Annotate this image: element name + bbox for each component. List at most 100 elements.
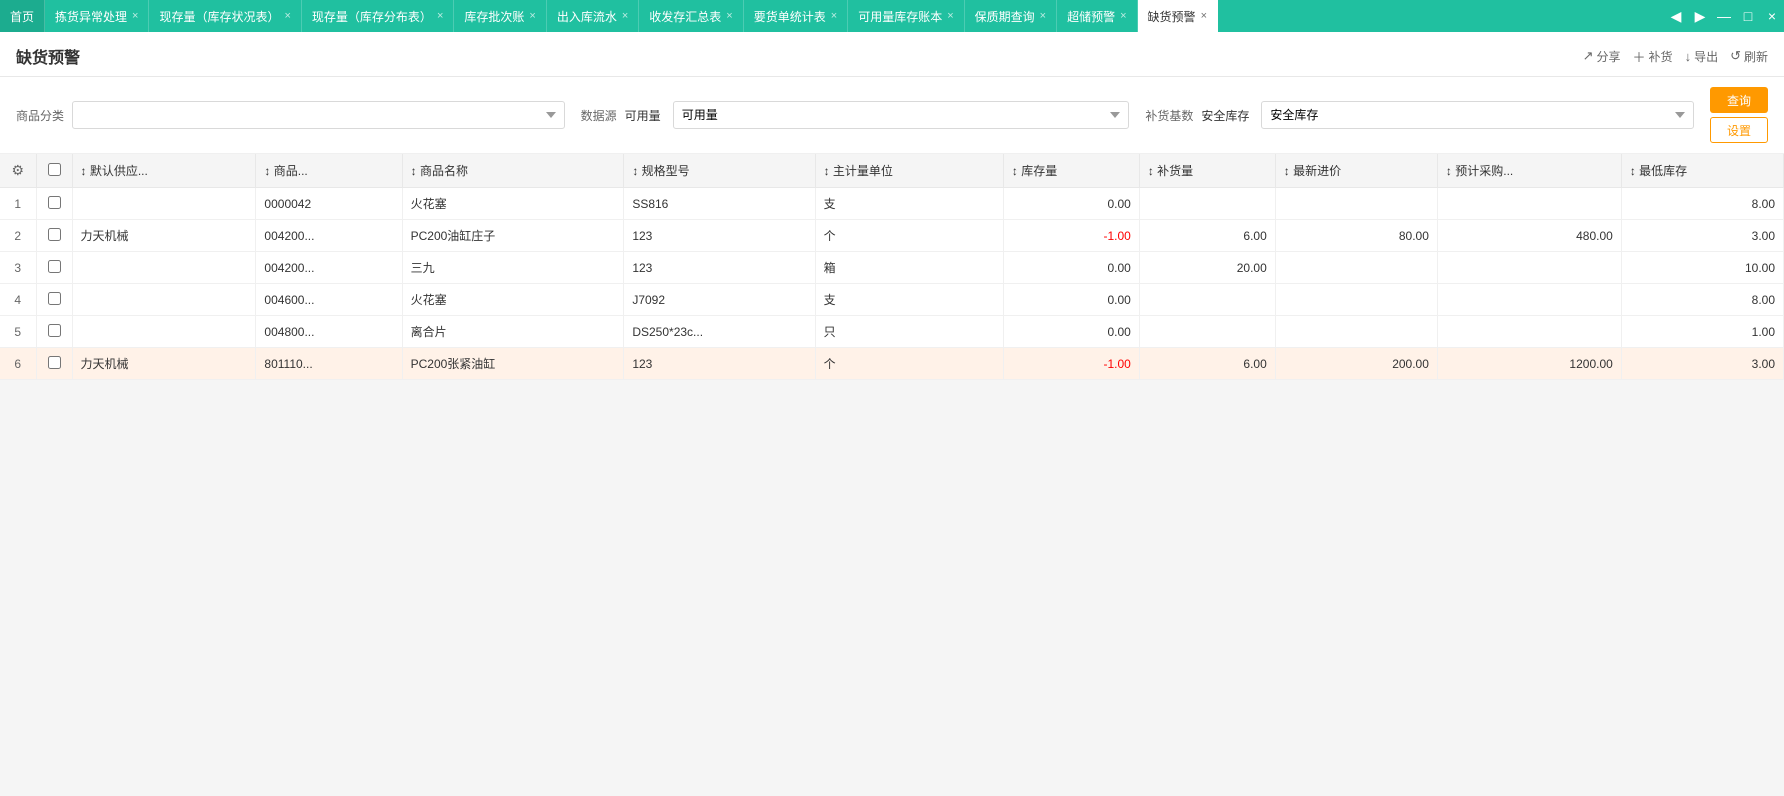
tab-item-10[interactable]: 超储预警× — [1057, 0, 1137, 32]
tab-scroll-prev[interactable]: ◀ — [1664, 0, 1688, 32]
tab-item-11[interactable]: 缺货预警× — [1138, 0, 1218, 32]
cell-restock-qty: 20.00 — [1139, 252, 1275, 284]
top-nav-bar: 首页拣货异常处理×现存量（库存状况表）×现存量（库存分布表）×库存批次账×出入库… — [0, 0, 1784, 32]
th-settings: ⚙ — [0, 154, 36, 188]
refresh-button[interactable]: ↺ 刷新 — [1730, 48, 1768, 65]
tab-close-1[interactable]: × — [132, 10, 138, 22]
tab-item-7[interactable]: 要货单统计表× — [744, 0, 848, 32]
tab-item-3[interactable]: 现存量（库存分布表）× — [302, 0, 454, 32]
cell-min-stock: 10.00 — [1621, 252, 1783, 284]
tab-close-3[interactable]: × — [437, 10, 443, 22]
table-row: 1 0000042 火花塞 SS816 支 0.00 8.00 — [0, 188, 1784, 220]
tab-item-8[interactable]: 可用量库存账本× — [848, 0, 964, 32]
th-unit-label: 主计量单位 — [833, 164, 893, 178]
tab-item-6[interactable]: 收发存汇总表× — [639, 0, 743, 32]
cell-estimated-purchase — [1437, 284, 1621, 316]
data-source-label: 数据源 — [581, 107, 617, 124]
cell-row-num: 3 — [0, 252, 36, 284]
filter-actions: 查询 设置 — [1710, 87, 1768, 143]
row-checkbox-0[interactable] — [48, 196, 61, 209]
cell-min-stock: 1.00 — [1621, 316, 1783, 348]
restock-button[interactable]: ＋ 补货 — [1633, 47, 1673, 66]
tab-close-2[interactable]: × — [284, 10, 290, 22]
cell-default-supplier — [72, 188, 256, 220]
cell-default-supplier: 力天机械 — [72, 220, 256, 252]
cell-estimated-purchase: 480.00 — [1437, 220, 1621, 252]
cell-restock-qty: 6.00 — [1139, 220, 1275, 252]
th-product-name[interactable]: ↕ 商品名称 — [402, 154, 624, 188]
main-content: 缺货预警 ↗ 分享 ＋ 补货 ↓ 导出 ↺ 刷新 商品分类 — [0, 32, 1784, 380]
query-button[interactable]: 查询 — [1710, 87, 1768, 113]
th-spec[interactable]: ↕ 规格型号 — [624, 154, 815, 188]
restock-base-filter: 补货基数 安全库存 安全库存 — [1145, 101, 1694, 129]
cell-default-supplier: 力天机械 — [72, 348, 256, 380]
tab-scroll-next[interactable]: ▶ — [1688, 0, 1712, 32]
tab-close-4[interactable]: × — [529, 10, 535, 22]
th-restock-qty[interactable]: ↕ 补货量 — [1139, 154, 1275, 188]
table-row: 4 004600... 火花塞 J7092 支 0.00 8.00 — [0, 284, 1784, 316]
th-product-code-label: 商品... — [274, 164, 308, 178]
row-checkbox-2[interactable] — [48, 260, 61, 273]
cell-product-code: 004200... — [256, 252, 402, 284]
cell-spec: 123 — [624, 220, 815, 252]
row-checkbox-1[interactable] — [48, 228, 61, 241]
th-stock[interactable]: ↕ 库存量 — [1003, 154, 1139, 188]
cell-latest-price — [1275, 284, 1437, 316]
cell-estimated-purchase — [1437, 252, 1621, 284]
tab-item-2[interactable]: 现存量（库存状况表）× — [149, 0, 301, 32]
cell-spec: DS250*23c... — [624, 316, 815, 348]
row-checkbox-4[interactable] — [48, 324, 61, 337]
cell-min-stock: 3.00 — [1621, 348, 1783, 380]
cell-stock: 0.00 — [1003, 284, 1139, 316]
row-checkbox-5[interactable] — [48, 356, 61, 369]
cell-checkbox — [36, 316, 72, 348]
cell-row-num: 6 — [0, 348, 36, 380]
th-product-code[interactable]: ↕ 商品... — [256, 154, 402, 188]
commodity-class-filter: 商品分类 — [16, 101, 565, 129]
settings-button[interactable]: 设置 — [1710, 117, 1768, 143]
filter-row: 商品分类 数据源 可用量 可用量 补货基数 安全库存 安全库存 查询 设置 — [0, 77, 1784, 154]
cell-spec: 123 — [624, 252, 815, 284]
cell-row-num: 2 — [0, 220, 36, 252]
tab-close-7[interactable]: × — [831, 10, 837, 22]
tab-item-4[interactable]: 库存批次账× — [454, 0, 546, 32]
cell-estimated-purchase — [1437, 188, 1621, 220]
share-button[interactable]: ↗ 分享 — [1583, 48, 1621, 65]
tab-item-1[interactable]: 拣货异常处理× — [45, 0, 149, 32]
window-maximize[interactable]: □ — [1736, 0, 1760, 32]
th-spec-label: 规格型号 — [642, 164, 690, 178]
window-minimize[interactable]: — — [1712, 0, 1736, 32]
th-unit[interactable]: ↕ 主计量单位 — [815, 154, 1003, 188]
cell-checkbox — [36, 252, 72, 284]
restock-base-select[interactable]: 安全库存 — [1261, 101, 1694, 129]
cell-stock: 0.00 — [1003, 188, 1139, 220]
tab-close-6[interactable]: × — [726, 10, 732, 22]
tab-close-10[interactable]: × — [1120, 10, 1126, 22]
tab-item-0[interactable]: 首页 — [0, 0, 45, 32]
data-source-select[interactable]: 可用量 — [673, 101, 1130, 129]
th-estimated-purchase[interactable]: ↕ 预计采购... — [1437, 154, 1621, 188]
share-icon: ↗ — [1583, 48, 1594, 64]
th-default-supplier[interactable]: ↕ 默认供应... — [72, 154, 256, 188]
th-latest-price[interactable]: ↕ 最新进价 — [1275, 154, 1437, 188]
tab-close-11[interactable]: × — [1201, 10, 1207, 22]
row-checkbox-3[interactable] — [48, 292, 61, 305]
tab-close-5[interactable]: × — [622, 10, 628, 22]
column-settings-icon[interactable]: ⚙ — [11, 162, 24, 178]
table-header-row: ⚙ ↕ 默认供应... ↕ 商品... ↕ 商品名称 ↕ 规格型号 ↕ 主计量单… — [0, 154, 1784, 188]
th-min-stock-label: 最低库存 — [1639, 164, 1687, 178]
th-min-stock[interactable]: ↕ 最低库存 — [1621, 154, 1783, 188]
tab-close-9[interactable]: × — [1040, 10, 1046, 22]
refresh-icon: ↺ — [1730, 48, 1741, 64]
page-header: 缺货预警 ↗ 分享 ＋ 补货 ↓ 导出 ↺ 刷新 — [0, 32, 1784, 77]
tab-item-9[interactable]: 保质期查询× — [965, 0, 1057, 32]
tab-close-8[interactable]: × — [947, 10, 953, 22]
cell-product-code: 004800... — [256, 316, 402, 348]
th-checkbox — [36, 154, 72, 188]
select-all-checkbox[interactable] — [48, 163, 61, 176]
commodity-class-select[interactable] — [72, 101, 565, 129]
window-close[interactable]: × — [1760, 0, 1784, 32]
export-button[interactable]: ↓ 导出 — [1685, 48, 1719, 65]
th-estimated-purchase-label: 预计采购... — [1455, 164, 1513, 178]
tab-item-5[interactable]: 出入库流水× — [547, 0, 639, 32]
